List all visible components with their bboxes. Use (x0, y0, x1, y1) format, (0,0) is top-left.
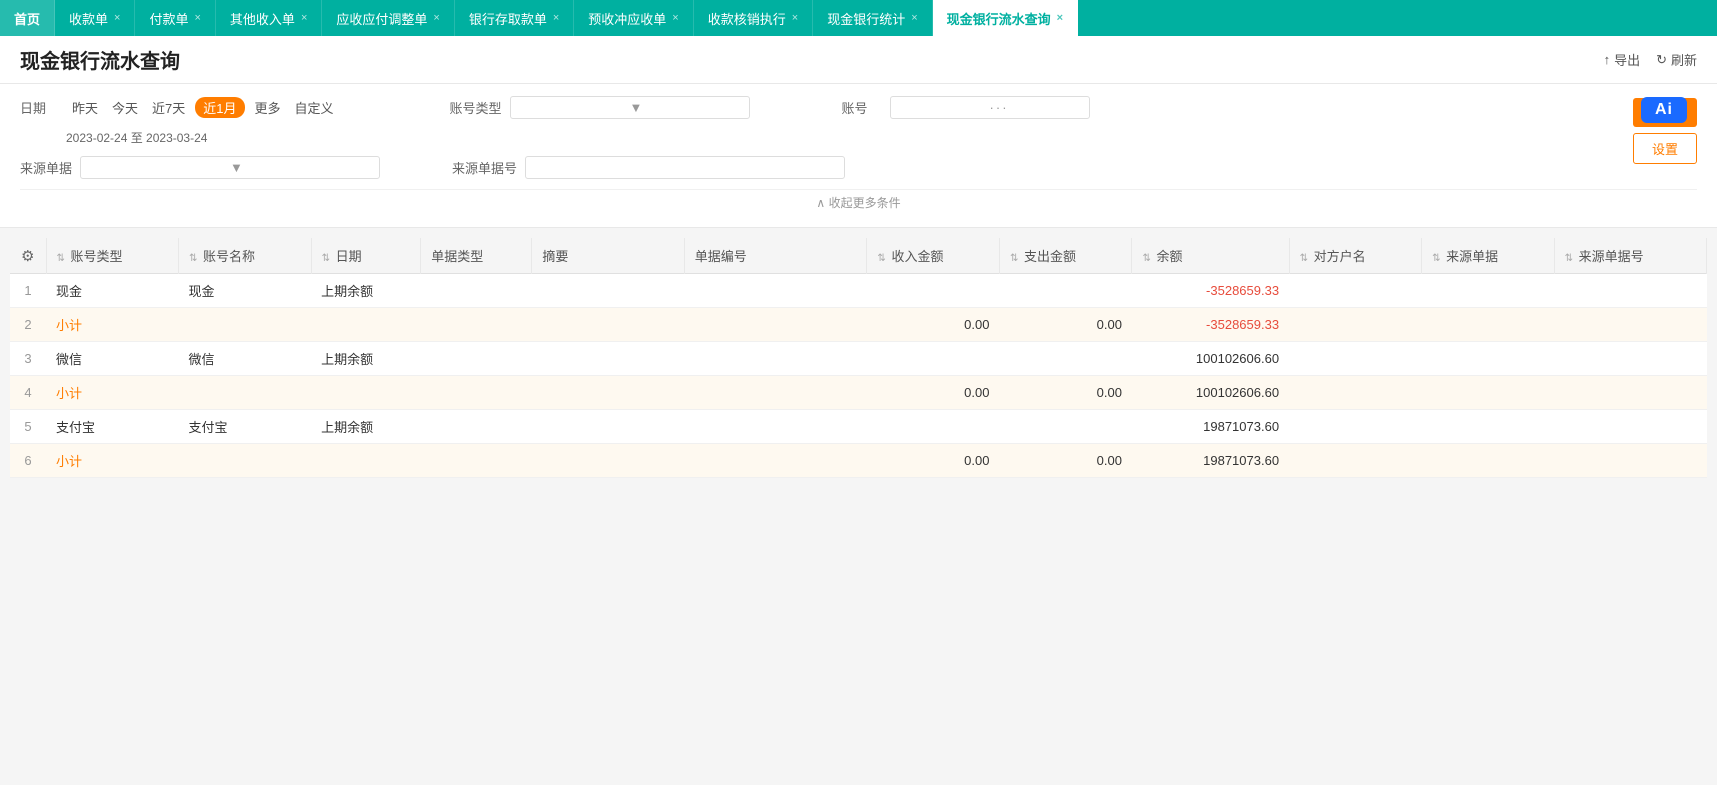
date-options: 昨天 今天 近7天 近1月 更多 自定义 (68, 97, 338, 118)
date-range-display: 2023-02-24 至 2023-03-24 (66, 131, 207, 145)
col-counterparty[interactable]: ⇅ 对方户名 (1289, 238, 1422, 274)
table-row: 2小计0.000.00-3528659.33 (10, 308, 1707, 342)
col-income[interactable]: ⇅ 收入金额 (867, 238, 1000, 274)
close-icon[interactable]: × (194, 12, 200, 24)
nav-tab-2[interactable]: 其他收入单 × (216, 0, 322, 36)
col-source-doc[interactable]: ⇅ 来源单据 (1422, 238, 1555, 274)
date-label: 日期 (20, 98, 60, 117)
sort-icon: ⇅ (877, 253, 885, 264)
close-icon[interactable]: × (553, 12, 559, 24)
gear-icon[interactable]: ⚙ (21, 248, 34, 265)
chevron-up-icon: ∧ (816, 196, 825, 210)
nav-tab-6[interactable]: 收款核销执行 × (694, 0, 813, 36)
source-doc-filter: 来源单据 ▼ (20, 156, 380, 179)
source-doc-num-input-wrap (525, 156, 845, 179)
export-icon: ↑ (1604, 52, 1611, 67)
source-doc-num-label: 来源单据号 (452, 158, 517, 177)
nav-tab-home[interactable]: 首页 (0, 0, 55, 36)
nav-tab-0[interactable]: 收款单 × (55, 0, 135, 36)
page-title: 现金银行流水查询 (20, 45, 180, 74)
nav-tab-3[interactable]: 应收应付调整单 × (322, 0, 454, 36)
col-balance[interactable]: ⇅ 余额 (1132, 238, 1289, 274)
nav-tab-7[interactable]: 现金银行统计 × (813, 0, 932, 36)
export-button[interactable]: ↑ 导出 (1604, 50, 1641, 69)
table-row: 4小计0.000.00100102606.60 (10, 376, 1707, 410)
col-source-doc-no[interactable]: ⇅ 来源单据号 (1554, 238, 1706, 274)
nav-tab-1[interactable]: 付款单 × (135, 0, 215, 36)
nav-tab-8[interactable]: 现金银行流水查询 × (933, 0, 1078, 36)
table-row: 1现金现金上期余额-3528659.33 (10, 274, 1707, 308)
col-expense[interactable]: ⇅ 支出金额 (999, 238, 1132, 274)
data-table-container: ⚙ ⇅ 账号类型 ⇅ 账号名称 ⇅ 日期 单据类型 (10, 238, 1707, 478)
chevron-down-icon: ▼ (230, 160, 371, 175)
account-filter: 账号 ··· (842, 96, 1090, 119)
top-navigation: 首页 收款单 × 付款单 × 其他收入单 × 应收应付调整单 × 银行存取款单 … (0, 0, 1717, 36)
sort-icon: ⇅ (1142, 253, 1150, 264)
filter-section: 日期 昨天 今天 近7天 近1月 更多 自定义 账号类型 (0, 84, 1717, 228)
date-opt-1month[interactable]: 近1月 (195, 97, 244, 118)
chevron-down-icon: ▼ (630, 100, 741, 115)
close-icon[interactable]: × (301, 12, 307, 24)
date-opt-more[interactable]: 更多 (251, 97, 285, 118)
account-type-label: 账号类型 (450, 98, 502, 117)
col-summary[interactable]: 摘要 (532, 238, 684, 274)
collapse-label: 收起更多条件 (829, 194, 901, 211)
ellipsis-icon[interactable]: ··· (990, 100, 1081, 115)
source-doc-num-input[interactable] (534, 160, 836, 175)
col-settings[interactable]: ⚙ (10, 238, 46, 274)
account-type-dropdown[interactable]: ▼ (510, 96, 750, 119)
account-dropdown[interactable]: ··· (890, 96, 1090, 119)
source-doc-dropdown[interactable]: ▼ (80, 156, 380, 179)
date-opt-7days[interactable]: 近7天 (148, 97, 189, 118)
close-icon[interactable]: × (911, 12, 917, 24)
table-row: 6小计0.000.0019871073.60 (10, 444, 1707, 478)
close-icon[interactable]: × (433, 12, 439, 24)
nav-tab-4[interactable]: 银行存取款单 × (455, 0, 574, 36)
refresh-icon: ↻ (1656, 52, 1667, 68)
collapse-bar[interactable]: ∧ 收起更多条件 (20, 189, 1697, 215)
close-icon[interactable]: × (792, 12, 798, 24)
header-actions: ↑ 导出 ↻ 刷新 (1604, 50, 1697, 69)
table-row: 3微信微信上期余额100102606.60 (10, 342, 1707, 376)
sort-icon: ⇅ (189, 253, 197, 264)
sort-icon: ⇅ (1010, 253, 1018, 264)
date-opt-today[interactable]: 今天 (108, 97, 142, 118)
close-icon[interactable]: × (114, 12, 120, 24)
close-icon[interactable]: × (1057, 12, 1063, 24)
table-row: 5支付宝支付宝上期余额19871073.60 (10, 410, 1707, 444)
sort-icon: ⇅ (1300, 253, 1308, 264)
col-account-type[interactable]: ⇅ 账号类型 (46, 238, 179, 274)
ai-badge[interactable]: Ai (1641, 97, 1687, 123)
date-opt-custom[interactable]: 自定义 (291, 97, 338, 118)
refresh-button[interactable]: ↻ 刷新 (1656, 50, 1697, 69)
page-header: 现金银行流水查询 ↑ 导出 ↻ 刷新 (0, 36, 1717, 84)
sort-icon: ⇅ (1565, 253, 1573, 264)
data-table: ⚙ ⇅ 账号类型 ⇅ 账号名称 ⇅ 日期 单据类型 (10, 238, 1707, 478)
source-doc-label: 来源单据 (20, 158, 72, 177)
sort-icon: ⇅ (57, 253, 65, 264)
source-doc-num-filter: 来源单据号 (452, 156, 845, 179)
sort-icon: ⇅ (1432, 253, 1440, 264)
close-icon[interactable]: × (672, 12, 678, 24)
col-account-name[interactable]: ⇅ 账号名称 (179, 238, 312, 274)
date-filter: 日期 昨天 今天 近7天 近1月 更多 自定义 (20, 97, 338, 118)
col-doc-type[interactable]: 单据类型 (421, 238, 532, 274)
col-date[interactable]: ⇅ 日期 (311, 238, 421, 274)
col-doc-no[interactable]: 单据编号 (684, 238, 867, 274)
account-type-filter: 账号类型 ▼ (450, 96, 750, 119)
account-label: 账号 (842, 98, 882, 117)
nav-tab-5[interactable]: 预收冲应收单 × (574, 0, 693, 36)
date-opt-yesterday[interactable]: 昨天 (68, 97, 102, 118)
sort-icon: ⇅ (322, 253, 330, 264)
settings-button[interactable]: 设置 (1633, 133, 1697, 164)
